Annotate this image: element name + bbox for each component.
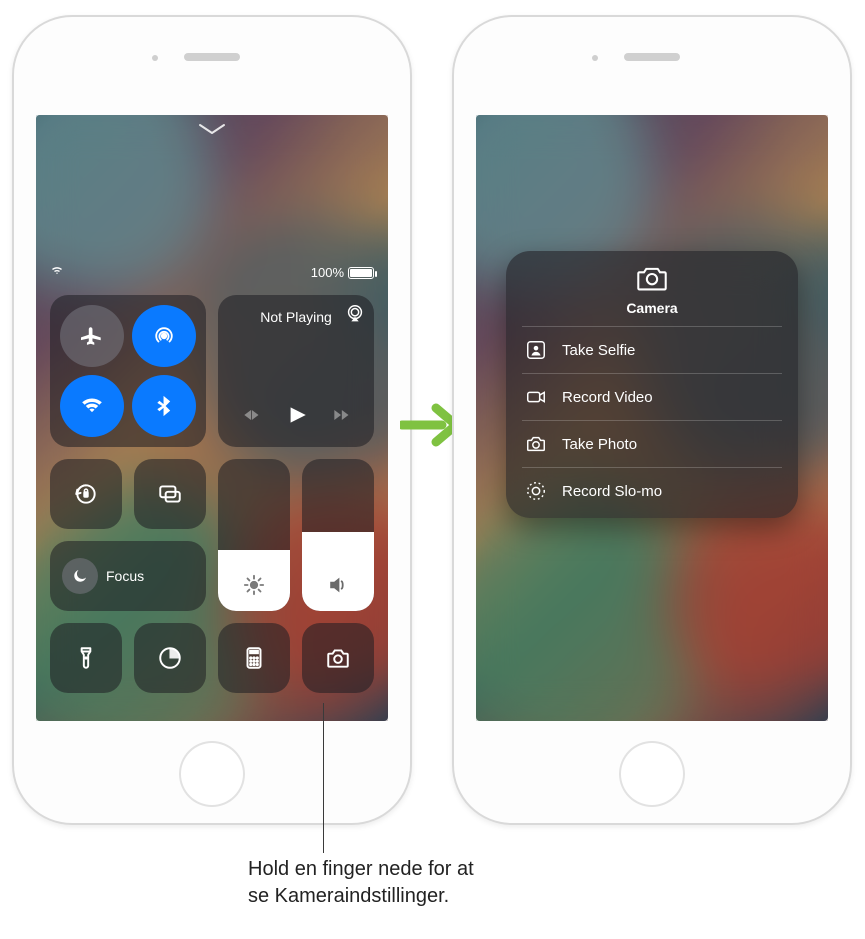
brightness-slider[interactable] [218, 459, 290, 611]
media-title: Not Playing [260, 309, 332, 325]
play-icon[interactable] [283, 402, 309, 433]
screen-left: 100% [36, 115, 388, 721]
take-selfie-label: Take Selfie [562, 342, 635, 359]
orientation-lock-button[interactable] [50, 459, 122, 529]
photo-icon [524, 433, 548, 455]
callout-text: Hold en finger nede for at se Kamerainds… [248, 856, 628, 910]
selfie-icon [524, 339, 548, 361]
front-camera-dot [592, 55, 598, 61]
calculator-button[interactable] [218, 623, 290, 693]
collapse-chevron-icon[interactable] [198, 121, 226, 142]
earpiece [624, 53, 680, 61]
take-photo-label: Take Photo [562, 436, 637, 453]
camera-menu-title: Camera [626, 300, 677, 316]
arrow-icon [400, 400, 460, 450]
camera-icon [636, 265, 668, 296]
brightness-icon [243, 574, 265, 601]
battery-icon [348, 267, 374, 279]
media-tile[interactable]: Not Playing [218, 295, 374, 447]
take-selfie-row[interactable]: Take Selfie [522, 326, 782, 373]
battery-status: 100% [311, 265, 374, 280]
status-bar: 100% [50, 265, 374, 280]
next-track-icon[interactable] [331, 405, 351, 430]
focus-label: Focus [106, 568, 144, 584]
control-center-grid: Not Playing [50, 295, 374, 693]
earpiece [184, 53, 240, 61]
focus-button[interactable]: Focus [50, 541, 206, 611]
wifi-status-icon [50, 265, 64, 280]
volume-icon [327, 574, 349, 601]
airplane-mode-toggle[interactable] [60, 305, 124, 367]
volume-slider[interactable] [302, 459, 374, 611]
previous-track-icon[interactable] [241, 405, 261, 430]
ipod-left: 100% [12, 15, 412, 825]
timer-button[interactable] [134, 623, 206, 693]
callout-leader-line [323, 703, 324, 853]
callout-line2: se Kameraindstillinger. [248, 885, 449, 907]
home-button[interactable] [179, 741, 245, 807]
take-photo-row[interactable]: Take Photo [522, 420, 782, 467]
home-button[interactable] [619, 741, 685, 807]
callout-line1: Hold en finger nede for at [248, 858, 474, 880]
video-icon [524, 386, 548, 408]
record-video-label: Record Video [562, 389, 653, 406]
front-camera-dot [152, 55, 158, 61]
airdrop-toggle[interactable] [132, 305, 196, 367]
moon-icon [62, 558, 98, 594]
bluetooth-toggle[interactable] [132, 375, 196, 437]
record-slomo-label: Record Slo-mo [562, 483, 662, 500]
screen-right: Camera Take Selfie Record Video [476, 115, 828, 721]
wifi-toggle[interactable] [60, 375, 124, 437]
airplay-icon[interactable] [344, 303, 366, 330]
screen-mirroring-button[interactable] [134, 459, 206, 529]
battery-percent: 100% [311, 265, 344, 280]
connectivity-tile[interactable] [50, 295, 206, 447]
ipod-right: Camera Take Selfie Record Video [452, 15, 852, 825]
record-video-row[interactable]: Record Video [522, 373, 782, 420]
record-slomo-row[interactable]: Record Slo-mo [522, 467, 782, 514]
flashlight-button[interactable] [50, 623, 122, 693]
camera-button[interactable] [302, 623, 374, 693]
camera-quick-actions: Camera Take Selfie Record Video [506, 251, 798, 518]
slomo-icon [524, 480, 548, 502]
